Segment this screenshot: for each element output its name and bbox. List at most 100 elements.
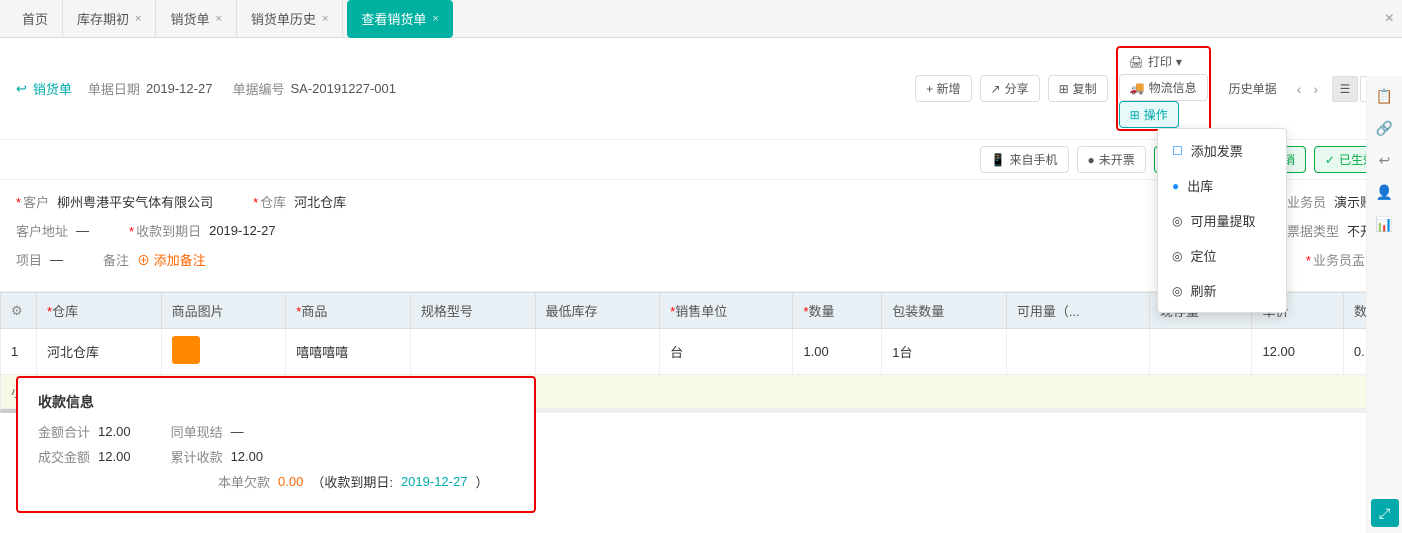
doc-header: ↩ 销货单 单据日期 2019-12-27 单据编号 SA-20191227-0…: [0, 38, 1402, 140]
locate-icon: ◎: [1172, 249, 1182, 263]
customer-label: 客户: [16, 192, 49, 211]
tab-bar: 首页 库存期初 × 销货单 × 销货单历史 × 查看销货单 × ×: [0, 0, 1402, 38]
sidebar-icon-back[interactable]: ↩: [1371, 146, 1399, 174]
logistics-icon: 🚚: [1130, 81, 1145, 95]
sidebar-icon-expand[interactable]: ⤢: [1371, 499, 1399, 527]
tab-home[interactable]: 首页: [8, 0, 63, 38]
print-operations-highlight: 🖨 打印 ▾ 🚚 物流信息 ⊞ 操作: [1116, 46, 1211, 131]
doc-type-label: 销货单: [33, 79, 72, 98]
payment-title: 收款信息: [38, 392, 514, 412]
note-label: 备注: [103, 250, 129, 269]
copy-button[interactable]: ⊞ 复制: [1048, 75, 1108, 102]
tab-sales-history[interactable]: 销货单历史 ×: [237, 0, 343, 38]
refresh-item[interactable]: ◎ 刷新: [1158, 273, 1286, 308]
not-open-label: 未开票: [1099, 151, 1135, 168]
total-amount-label: 金额合计: [38, 422, 90, 441]
locate-label: 定位: [1190, 246, 1216, 265]
col-qty: *数量: [793, 293, 882, 329]
tab-home-label: 首页: [22, 9, 48, 28]
address-value: —: [76, 223, 89, 238]
print-button[interactable]: 🖨 打印 ▾: [1119, 49, 1192, 74]
payment-row-2: 成交金额 12.00 累计收款 12.00: [38, 447, 514, 466]
add-invoice-label: 添加发票: [1191, 141, 1243, 160]
main-content: ↩ 销货单 单据日期 2019-12-27 单据编号 SA-20191227-0…: [0, 38, 1402, 533]
tab-view-sales-close[interactable]: ×: [432, 13, 438, 25]
add-invoice-icon: ☐: [1172, 144, 1183, 158]
add-note-button[interactable]: ⊕ 添加备注: [137, 250, 206, 269]
col-min-stock: 最低库存: [535, 293, 660, 329]
warehouse-label: 仓库: [253, 192, 286, 211]
available-qty-item[interactable]: ◎ 可用量提取: [1158, 203, 1286, 238]
print-arrow: ▾: [1176, 55, 1182, 69]
project-field: 项目 —: [16, 250, 63, 269]
warehouse-value: 河北仓库: [294, 192, 346, 211]
sidebar-icon-link[interactable]: 🔗: [1371, 114, 1399, 142]
print-label: 打印: [1148, 53, 1172, 70]
share-icon: ↗: [991, 82, 1001, 96]
due-date-label: 收款到期日: [129, 221, 201, 240]
sidebar-icon-user[interactable]: 👤: [1371, 178, 1399, 206]
deal-amount-item: 成交金额 12.00: [38, 447, 131, 466]
row-unit: 台: [660, 329, 793, 375]
cumulative-payment-item: 累计收款 12.00: [171, 447, 264, 466]
salesperson-label: 业务员盂: [1306, 250, 1365, 269]
not-open-ticket-button[interactable]: ● 未开票: [1077, 146, 1146, 173]
product-image: [172, 336, 200, 364]
balance-label: 本单欠款: [218, 472, 270, 491]
new-button[interactable]: + 新增: [915, 75, 971, 102]
tab-inventory-close[interactable]: ×: [135, 13, 141, 25]
balance-item: 本单欠款 0.00 （收款到期日: 2019-12-27 ）: [218, 472, 488, 491]
address-field: 客户地址 —: [16, 221, 89, 240]
tab-sales-close[interactable]: ×: [215, 13, 221, 25]
tab-inventory[interactable]: 库存期初 ×: [63, 0, 156, 38]
payment-row-1: 金额合计 12.00 同单现结 —: [38, 422, 514, 441]
cumulative-payment-label: 累计收款: [171, 447, 223, 466]
operations-button[interactable]: ⊞ 操作: [1119, 101, 1179, 128]
add-note-icon: ⊕: [137, 253, 150, 268]
settings-icon[interactable]: ⚙: [11, 303, 23, 318]
logistics-label: 物流信息: [1149, 79, 1197, 96]
deal-amount-value: 12.00: [98, 449, 131, 464]
share-button[interactable]: ↗ 分享: [980, 75, 1040, 102]
locate-item[interactable]: ◎ 定位: [1158, 238, 1286, 273]
list-view-button[interactable]: ☰: [1332, 76, 1358, 102]
row-spec: [410, 329, 535, 375]
sidebar-icon-chart[interactable]: 📊: [1371, 210, 1399, 238]
balance-suffix: （收款到期日:: [311, 472, 393, 491]
doc-date-field: 单据日期 2019-12-27: [88, 79, 213, 98]
available-qty-icon: ◎: [1172, 214, 1182, 228]
balance-value: 0.00: [278, 474, 303, 489]
tab-sales[interactable]: 销货单 ×: [156, 0, 236, 38]
doc-no-value: SA-20191227-001: [290, 81, 396, 96]
history-tab[interactable]: 历史单据: [1219, 76, 1287, 101]
phone-label: 来自手机: [1009, 151, 1057, 168]
available-qty-label: 可用量提取: [1190, 211, 1255, 230]
warehouse-field: 仓库 河北仓库: [253, 192, 346, 211]
same-order-settle-label: 同单现结: [171, 422, 223, 441]
customer-field: 客户 柳州粤港平安气体有限公司: [16, 192, 213, 211]
col-warehouse: *仓库: [37, 293, 162, 329]
tab-view-sales-label: 查看销货单: [361, 9, 426, 28]
prev-arrow[interactable]: ‹: [1295, 81, 1304, 97]
tab-bar-close[interactable]: ×: [1385, 10, 1394, 28]
next-arrow[interactable]: ›: [1311, 81, 1320, 97]
row-stock: [1150, 329, 1252, 375]
row-product-img: [161, 329, 286, 375]
tab-view-sales[interactable]: 查看销货单 ×: [347, 0, 452, 38]
phone-button[interactable]: 📱 来自手机: [980, 146, 1069, 173]
out-warehouse-item[interactable]: ● 出库: [1158, 168, 1286, 203]
logistics-button[interactable]: 🚚 物流信息: [1119, 74, 1208, 101]
refresh-label: 刷新: [1190, 281, 1216, 300]
total-amount-item: 金额合计 12.00: [38, 422, 131, 441]
tab-sales-history-close[interactable]: ×: [322, 13, 328, 25]
sidebar-icon-clipboard[interactable]: 📋: [1371, 82, 1399, 110]
row-no: 1: [1, 329, 37, 375]
add-invoice-item[interactable]: ☐ 添加发票: [1158, 133, 1286, 168]
table-row: 1 河北仓库 嘻嘻嘻嘻 台 1.00 1台 12.00 0.: [1, 329, 1402, 375]
operations-label: 操作: [1144, 106, 1168, 123]
operations-icon: ⊞: [1130, 108, 1140, 122]
copy-label: 复制: [1073, 80, 1097, 97]
due-date-field: 收款到期日 2019-12-27: [129, 221, 276, 240]
col-available: 可用量（...: [1006, 293, 1149, 329]
refresh-icon: ◎: [1172, 284, 1182, 298]
